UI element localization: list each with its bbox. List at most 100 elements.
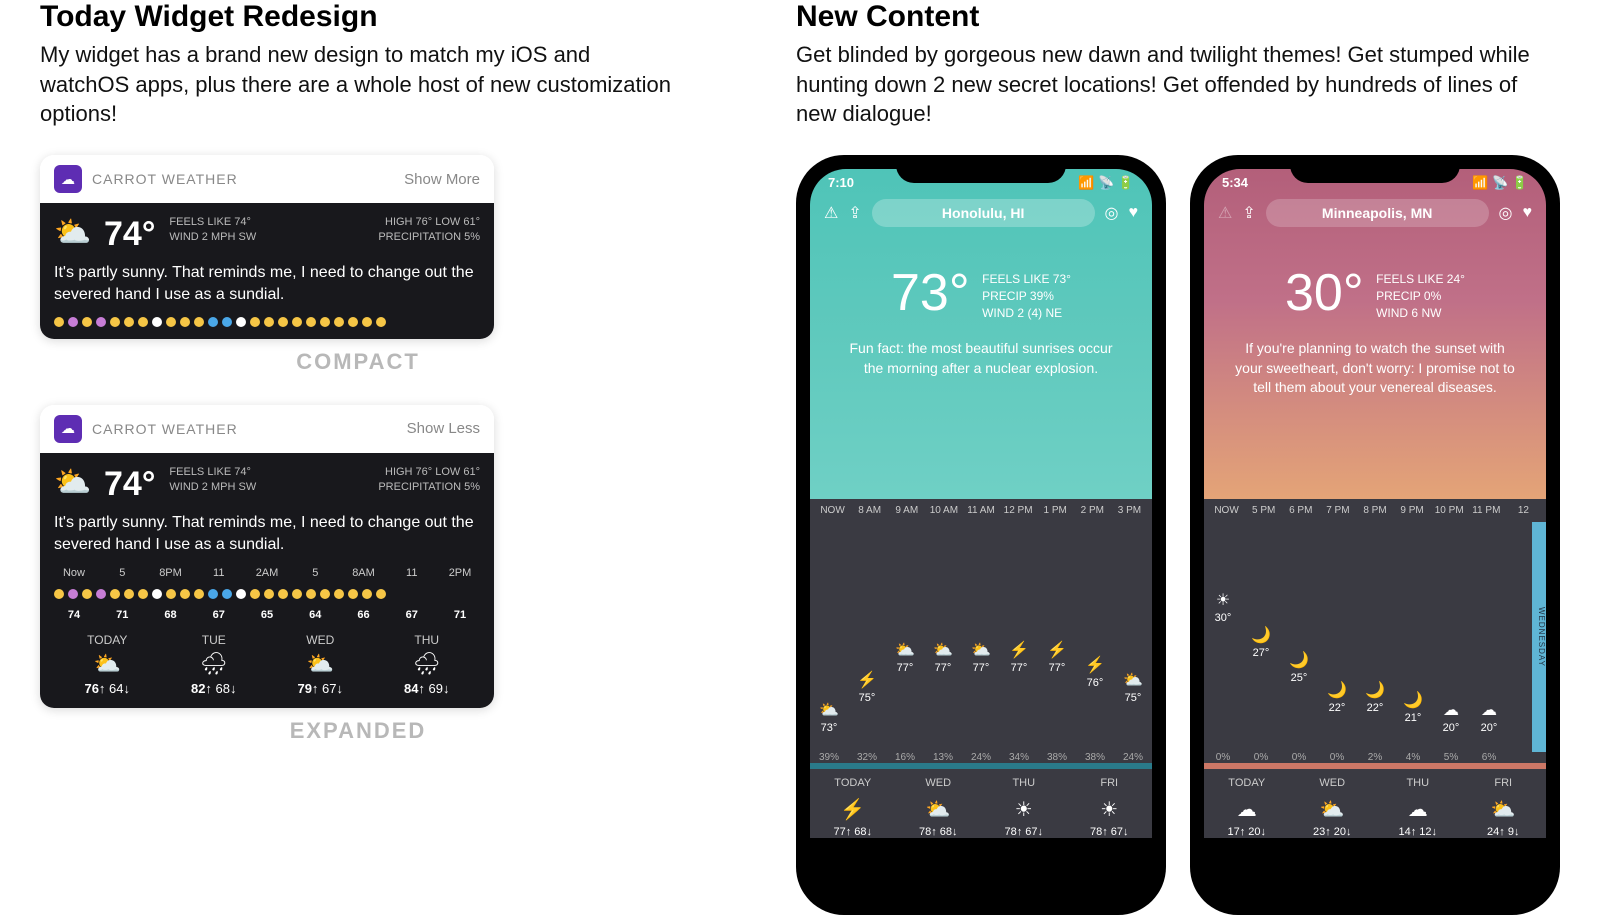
- status-icons: 📶 📡 🔋: [1078, 175, 1134, 191]
- hourly-item: ⚡75°: [848, 522, 886, 752]
- hour-temp: 68: [151, 609, 191, 621]
- precip-pct: 24%: [962, 752, 1000, 763]
- precip-pct: 0%: [1318, 752, 1356, 763]
- daily-temp: 17↑ 20↓: [1204, 826, 1290, 838]
- hourly-item: 🌙25°: [1280, 522, 1318, 752]
- daily-item: TODAY⛅76↑ 64↓: [54, 633, 161, 696]
- hour-dot: [376, 317, 386, 327]
- daily-item: TUE🌧82↑ 68↓: [161, 633, 268, 696]
- daily-labels: TODAYWEDTHUFRI: [810, 769, 1152, 797]
- precip-row: 39%32%16%13%24%34%38%38%24%: [810, 752, 1152, 763]
- hour-dot: [152, 589, 162, 599]
- hour-dot: [250, 317, 260, 327]
- share-icon[interactable]: ⇪: [848, 203, 861, 223]
- precip-pct: 5%: [1432, 752, 1470, 763]
- daily-icons: ⚡⛅☀☀: [810, 797, 1152, 822]
- hour-label: 12 PM: [1000, 505, 1037, 516]
- hourly-item: 🌙22°: [1318, 522, 1356, 752]
- hour-label: 2 PM: [1074, 505, 1111, 516]
- hourly-item: ⚡77°: [1000, 522, 1038, 752]
- hour-labels: Now58PM112AM58AM112PM: [54, 567, 480, 579]
- status-icons: 📶 📡 🔋: [1472, 175, 1528, 191]
- hour-dot: [222, 589, 232, 599]
- snark-text: Fun fact: the most beautiful sunrises oc…: [810, 339, 1152, 378]
- hour-dot: [222, 317, 232, 327]
- hour-label: 5: [102, 567, 142, 579]
- heart-icon[interactable]: ♥: [1523, 204, 1533, 222]
- hourly-forecast[interactable]: ⛅73°⚡75°⛅77°⛅77°⛅77°⚡77°⚡77°⚡76°⛅75°: [810, 522, 1152, 752]
- hourly-item: 🌙21°: [1394, 522, 1432, 752]
- precip-pct: 34%: [1000, 752, 1038, 763]
- precip-pct: 16%: [886, 752, 924, 763]
- hour-label: 8AM: [344, 567, 384, 579]
- heart-icon[interactable]: ♥: [1129, 204, 1139, 222]
- left-heading: Today Widget Redesign: [40, 0, 676, 34]
- hour-dot: [82, 317, 92, 327]
- expanded-widget: ☁ CARROT WEATHER Show Less ⛅ 74° FEELS L…: [40, 405, 494, 708]
- right-lead: Get blinded by gorgeous new dawn and twi…: [796, 40, 1560, 129]
- hour-dot: [68, 589, 78, 599]
- alert-icon[interactable]: ⚠: [1218, 203, 1232, 223]
- hourly-item: ⛅77°: [924, 522, 962, 752]
- partly-sunny-icon: ⛅: [54, 215, 94, 250]
- hourly-item: 🌙22°: [1356, 522, 1394, 752]
- snark-text: It's partly sunny. That reminds me, I ne…: [54, 512, 480, 557]
- hour-dot: [68, 317, 78, 327]
- precip-pct: 0%: [1204, 752, 1242, 763]
- daily-label: THU: [981, 777, 1067, 789]
- hour-dot: [278, 317, 288, 327]
- carrot-icon: ☁: [54, 415, 82, 443]
- hour-dot: [334, 317, 344, 327]
- hour-dots: [54, 317, 480, 327]
- feels-like: FEELS LIKE 74°: [169, 465, 256, 480]
- hour-label: 10 AM: [925, 505, 962, 516]
- location-pill[interactable]: Minneapolis, MN: [1266, 199, 1489, 227]
- precip-pct: 6%: [1470, 752, 1508, 763]
- show-less-button[interactable]: Show Less: [407, 420, 480, 437]
- precip-pct: 2%: [1356, 752, 1394, 763]
- alert-icon[interactable]: ⚠: [824, 203, 838, 223]
- hourly-forecast[interactable]: WEDNESDAY ☀30°🌙27°🌙25°🌙22°🌙22°🌙21°☁20°☁2…: [1204, 522, 1546, 752]
- right-heading: New Content: [796, 0, 1560, 34]
- daily-item: WED⛅79↑ 67↓: [267, 633, 374, 696]
- daily-temp: 78↑ 68↓: [896, 826, 982, 838]
- hour-label: 11: [199, 567, 239, 579]
- hour-dot: [166, 589, 176, 599]
- daily-icon: ⚡: [810, 797, 896, 822]
- hour-label: 2PM: [440, 567, 480, 579]
- hour-dot: [348, 317, 358, 327]
- high-low: HIGH 76° LOW 61°: [378, 215, 480, 230]
- daily-temp: 23↑ 20↓: [1290, 826, 1376, 838]
- hourly-item: 🌙27°: [1242, 522, 1280, 752]
- status-time: 5:34: [1222, 175, 1248, 191]
- hour-label: 5: [295, 567, 335, 579]
- daily-label: TODAY: [810, 777, 896, 789]
- hour-label: 11 AM: [962, 505, 999, 516]
- hour-dot: [110, 589, 120, 599]
- daily-temps: 77↑ 68↓78↑ 68↓78↑ 67↓78↑ 67↓: [810, 822, 1152, 838]
- show-more-button[interactable]: Show More: [404, 171, 480, 188]
- hourly-item: ⛅73°: [810, 522, 848, 752]
- hour-temp: 71: [440, 609, 480, 621]
- precip-pct: 0%: [1242, 752, 1280, 763]
- location-pill[interactable]: Honolulu, HI: [872, 199, 1095, 227]
- hour-dot: [362, 589, 372, 599]
- hour-label: 6 PM: [1282, 505, 1319, 516]
- target-icon[interactable]: ◎: [1499, 203, 1513, 223]
- compact-widget: ☁ CARROT WEATHER Show More ⛅ 74° FEELS L…: [40, 155, 494, 339]
- hour-dot: [306, 317, 316, 327]
- hour-temp: 67: [392, 609, 432, 621]
- precip-pct: 39%: [810, 752, 848, 763]
- daily-icon: ⛅: [1290, 797, 1376, 822]
- target-icon[interactable]: ◎: [1105, 203, 1119, 223]
- hour-dot: [82, 589, 92, 599]
- precip: PRECIP 0%: [1376, 288, 1465, 305]
- hour-dot: [54, 317, 64, 327]
- expanded-caption: EXPANDED: [40, 718, 676, 744]
- hour-dot: [54, 589, 64, 599]
- share-icon[interactable]: ⇪: [1242, 203, 1255, 223]
- carrot-icon: ☁: [54, 165, 82, 193]
- feels-like: FEELS LIKE 24°: [1376, 271, 1465, 288]
- hourly-item: ⚡77°: [1038, 522, 1076, 752]
- precip-row: 0%0%0%0%2%4%5%6%: [1204, 752, 1546, 763]
